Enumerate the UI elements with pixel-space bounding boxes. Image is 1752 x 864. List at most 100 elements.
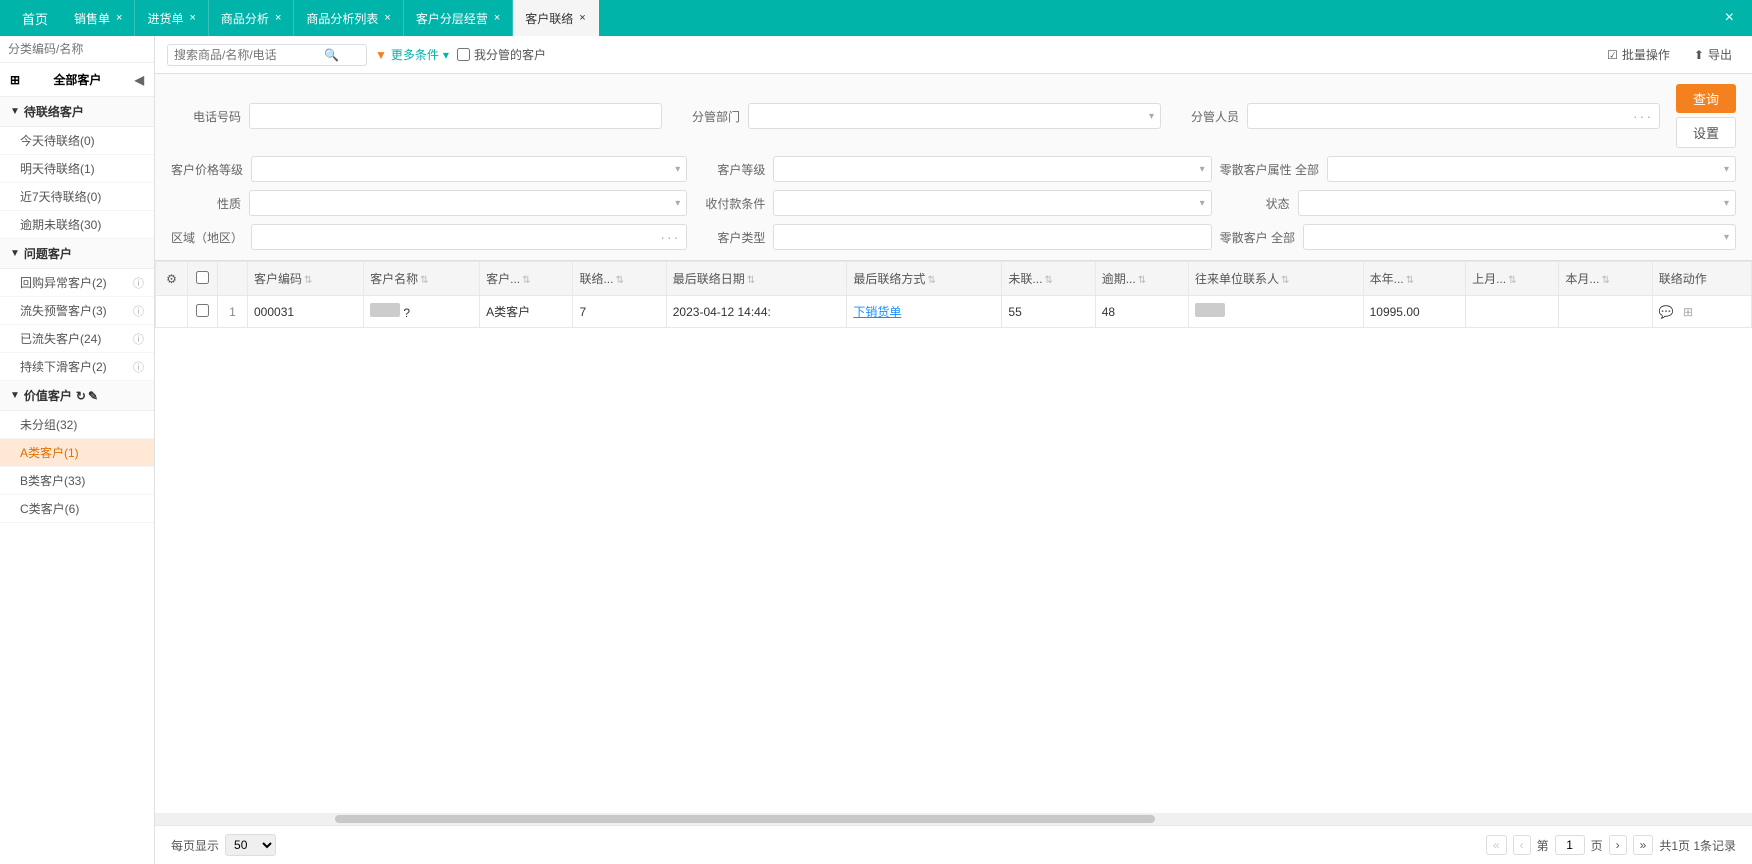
nature-select[interactable]: ▾ [249,190,687,216]
cell-last-method[interactable]: 下销货单 [847,296,1002,328]
close-tab-customer-layer[interactable]: × [494,12,500,24]
last-method-link[interactable]: 下销货单 [853,305,901,319]
price-level-select[interactable]: ▾ [251,156,687,182]
export-btn[interactable]: ⬆ 导出 [1686,42,1740,67]
row-checkbox[interactable] [196,304,209,317]
nav-tab-sales[interactable]: 销售单 × [62,0,135,36]
cell-uncontacted: 55 [1002,296,1095,328]
th-uncontacted[interactable]: 未联...⇅ [1002,262,1095,296]
my-customers-checkbox[interactable]: 我分管的客户 [457,46,546,63]
close-tab-analysis-list[interactable]: × [384,12,390,24]
customer-level-select[interactable]: ▾ [773,156,1211,182]
filter-actions: 查询 设置 [1676,84,1736,148]
first-page-btn[interactable]: « [1486,835,1507,855]
retail-attr-select[interactable]: ▾ [1327,156,1736,182]
retail-select[interactable]: ▾ [1303,224,1736,250]
all-customers-label[interactable]: 全部客户 [53,71,101,88]
sidebar-item-lost[interactable]: 已流失客户(24) ⓘ [0,325,154,353]
region-label: 区域（地区） [171,229,243,246]
manager-label: 分管人员 [1169,108,1239,125]
field-phone: 电话号码 [171,103,662,129]
customer-type-label: 客户类型 [695,229,765,246]
page-number-input[interactable] [1555,835,1585,855]
cell-code[interactable]: 000031 [248,296,364,328]
nav-tab-analysis-list[interactable]: 商品分析列表 × [294,0,403,36]
page-size-select[interactable]: 50 100 200 [225,834,276,856]
nav-tab-home[interactable]: 首页 [8,0,62,36]
payment-select[interactable]: ▾ [773,190,1211,216]
sidebar-collapse-btn[interactable]: ◀ [135,73,144,87]
page-size-label: 每页显示 [171,837,219,854]
advanced-filter: 电话号码 分管部门 ▾ 分管人员 ··· 查询 设置 [155,74,1752,261]
th-company-contact[interactable]: 往来单位联系人⇅ [1189,262,1364,296]
nav-tab-customer-contact[interactable]: 客户联络 × [513,0,598,36]
th-overdue[interactable]: 逾期...⇅ [1095,262,1188,296]
edit-icon[interactable]: ✎ [88,389,98,403]
status-select[interactable]: ▾ [1298,190,1736,216]
th-last-month[interactable]: 上月...⇅ [1466,262,1559,296]
setting-btn[interactable]: 设置 [1676,117,1736,148]
last-page-btn[interactable]: » [1633,835,1654,855]
main-search-input[interactable] [174,48,324,62]
cell-index: 1 [218,296,248,328]
th-this-year[interactable]: 本年...⇅ [1363,262,1466,296]
batch-op-btn[interactable]: ☑ 批量操作 [1599,42,1678,67]
close-tab-customer-contact[interactable]: × [579,12,585,24]
qr-icon[interactable]: ⊞ [1683,305,1693,319]
page-total-label: 页 [1591,837,1603,854]
th-type[interactable]: 客户...⇅ [480,262,573,296]
nav-tab-analysis[interactable]: 商品分析 × [209,0,294,36]
prev-page-btn[interactable]: ‹ [1513,835,1531,855]
th-code[interactable]: 客户编码⇅ [248,262,364,296]
sidebar-item-ungrouped[interactable]: 未分组(32) [0,411,154,439]
cell-checkbox[interactable] [188,296,218,328]
nav-tab-customer-layer[interactable]: 客户分层经营 × [404,0,513,36]
sidebar-item-overdue[interactable]: 逾期未联络(30) [0,211,154,239]
price-level-label: 客户价格等级 [171,161,243,178]
more-conditions-btn[interactable]: ▼ 更多条件 ▾ [375,46,449,63]
sidebar-item-a-class[interactable]: A类客户(1) [0,439,154,467]
sidebar-item-7days[interactable]: 近7天待联络(0) [0,183,154,211]
nav-tab-purchase[interactable]: 进货单 × [135,0,208,36]
th-name[interactable]: 客户名称⇅ [364,262,480,296]
my-customers-check-input[interactable] [457,48,470,61]
th-contact[interactable]: 联络...⇅ [573,262,666,296]
th-last-method[interactable]: 最后联络方式⇅ [847,262,1002,296]
close-tab-purchase[interactable]: × [189,12,195,24]
sidebar-search-input[interactable] [8,42,155,56]
sidebar-item-lost-warning[interactable]: 流失预警客户(3) ⓘ [0,297,154,325]
top-nav: 首页 销售单 × 进货单 × 商品分析 × 商品分析列表 × 客户分层经营 × … [0,0,1752,36]
close-tab-analysis[interactable]: × [275,12,281,24]
filter-bar: 🔍 ▼ 更多条件 ▾ 我分管的客户 ☑ 批量操作 ⬆ 导出 [155,36,1752,74]
th-last-date[interactable]: 最后联络日期⇅ [666,262,847,296]
group-title-waiting[interactable]: ▼ 待联络客户 [0,97,154,127]
group-title-value[interactable]: ▼ 价值客户 ↻ ✎ [0,381,154,411]
filter-row-2: 客户价格等级 ▾ 客户等级 ▾ 零散客户属性 全部 ▾ [171,156,1736,182]
sidebar-item-declining[interactable]: 持续下滑客户(2) ⓘ [0,353,154,381]
next-page-btn[interactable]: › [1609,835,1627,855]
horizontal-scrollbar[interactable] [155,813,1752,825]
sidebar-item-today[interactable]: 今天待联络(0) [0,127,154,155]
select-all-checkbox[interactable] [196,271,209,284]
query-btn[interactable]: 查询 [1676,84,1736,113]
close-tab-sales[interactable]: × [116,12,122,24]
sidebar-item-b-class[interactable]: B类客户(33) [0,467,154,495]
customer-type-input[interactable] [773,224,1211,250]
main-search-icon[interactable]: 🔍 [324,48,339,62]
sidebar-item-tomorrow[interactable]: 明天待联络(1) [0,155,154,183]
manager-select[interactable]: ··· [1247,103,1660,129]
close-all-tabs[interactable]: × [1715,9,1744,27]
region-input[interactable]: ··· [251,224,687,250]
field-retail: 零散客户 全部 ▾ [1220,224,1736,250]
refresh-icon[interactable]: ↻ [76,389,86,403]
chat-icon[interactable]: 💬 [1659,305,1674,319]
sidebar-item-c-class[interactable]: C类客户(6) [0,495,154,523]
group-title-problem[interactable]: ▼ 问题客户 [0,239,154,269]
dept-select[interactable]: ▾ [748,103,1161,129]
th-this-month[interactable]: 本月...⇅ [1559,262,1652,296]
sidebar-item-abnormal[interactable]: 回购异常客户(2) ⓘ [0,269,154,297]
scroll-thumb[interactable] [335,815,1155,823]
th-checkbox[interactable] [188,262,218,296]
phone-input[interactable] [249,103,662,129]
th-settings[interactable]: ⚙ [156,262,188,296]
